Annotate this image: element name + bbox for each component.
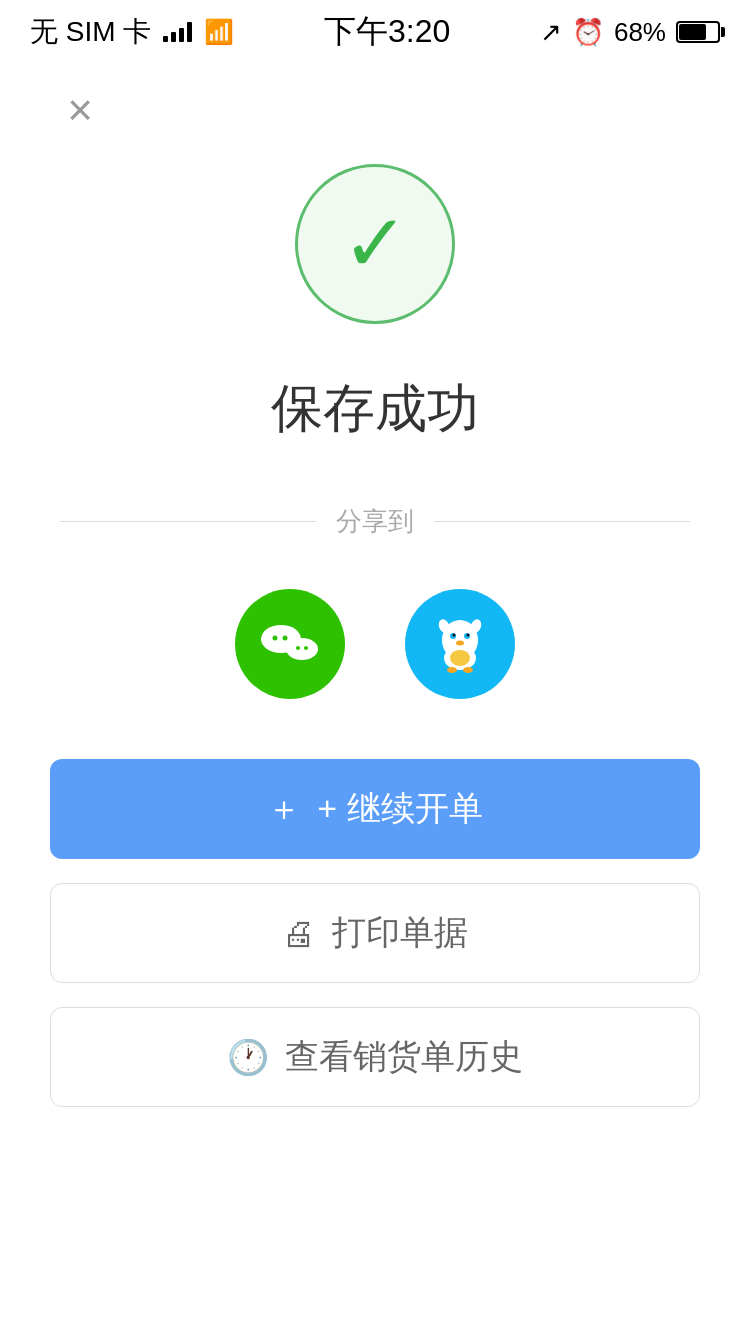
qq-icon: [428, 612, 493, 677]
wechat-share-button[interactable]: [235, 589, 345, 699]
history-button[interactable]: 🕐 查看销货单历史: [50, 1007, 700, 1107]
signal-icon: [163, 22, 192, 42]
location-icon: ↗: [540, 17, 562, 48]
wifi-icon: 📶: [204, 18, 234, 46]
action-buttons: ＋ + 继续开单 🖨 打印单据 🕐 查看销货单历史: [0, 759, 750, 1107]
plus-icon: ＋: [267, 786, 301, 832]
continue-order-label: + 继续开单: [317, 786, 482, 832]
status-left: 无 SIM 卡 📶: [30, 13, 234, 51]
svg-point-2: [273, 636, 278, 641]
svg-point-14: [447, 667, 457, 673]
history-label: 查看销货单历史: [285, 1034, 523, 1080]
svg-point-1: [286, 638, 318, 660]
close-button[interactable]: ×: [50, 80, 110, 140]
share-label: 分享到: [336, 504, 414, 539]
svg-point-11: [456, 640, 464, 645]
no-sim-text: 无 SIM 卡: [30, 13, 151, 51]
svg-point-15: [463, 667, 473, 673]
svg-point-10: [466, 633, 469, 636]
wechat-icon: [255, 609, 325, 679]
qq-share-button[interactable]: [405, 589, 515, 699]
print-button[interactable]: 🖨 打印单据: [50, 883, 700, 983]
success-circle: ✓: [295, 164, 455, 324]
status-right: ↗ ⏰ 68%: [540, 17, 720, 48]
checkmark-icon: ✓: [342, 204, 409, 284]
battery-percent: 68%: [614, 17, 666, 48]
svg-point-3: [283, 636, 288, 641]
history-icon: 🕐: [227, 1037, 269, 1077]
svg-point-5: [304, 646, 308, 650]
status-time: 下午3:20: [324, 10, 450, 54]
alarm-icon: ⏰: [572, 17, 604, 48]
share-section: 分享到: [0, 504, 750, 699]
print-label: 打印单据: [332, 910, 468, 956]
print-icon: 🖨: [282, 914, 316, 953]
continue-order-button[interactable]: ＋ + 继续开单: [50, 759, 700, 859]
svg-point-9: [452, 633, 455, 636]
main-content: ✓ 保存成功 分享到: [0, 64, 750, 1107]
status-bar: 无 SIM 卡 📶 下午3:20 ↗ ⏰ 68%: [0, 0, 750, 64]
close-icon: ×: [67, 88, 93, 132]
share-divider: 分享到: [60, 504, 690, 539]
success-title: 保存成功: [271, 374, 479, 444]
battery-icon: [676, 21, 720, 43]
svg-point-13: [450, 650, 470, 666]
svg-point-4: [296, 646, 300, 650]
share-icons: [60, 589, 690, 699]
